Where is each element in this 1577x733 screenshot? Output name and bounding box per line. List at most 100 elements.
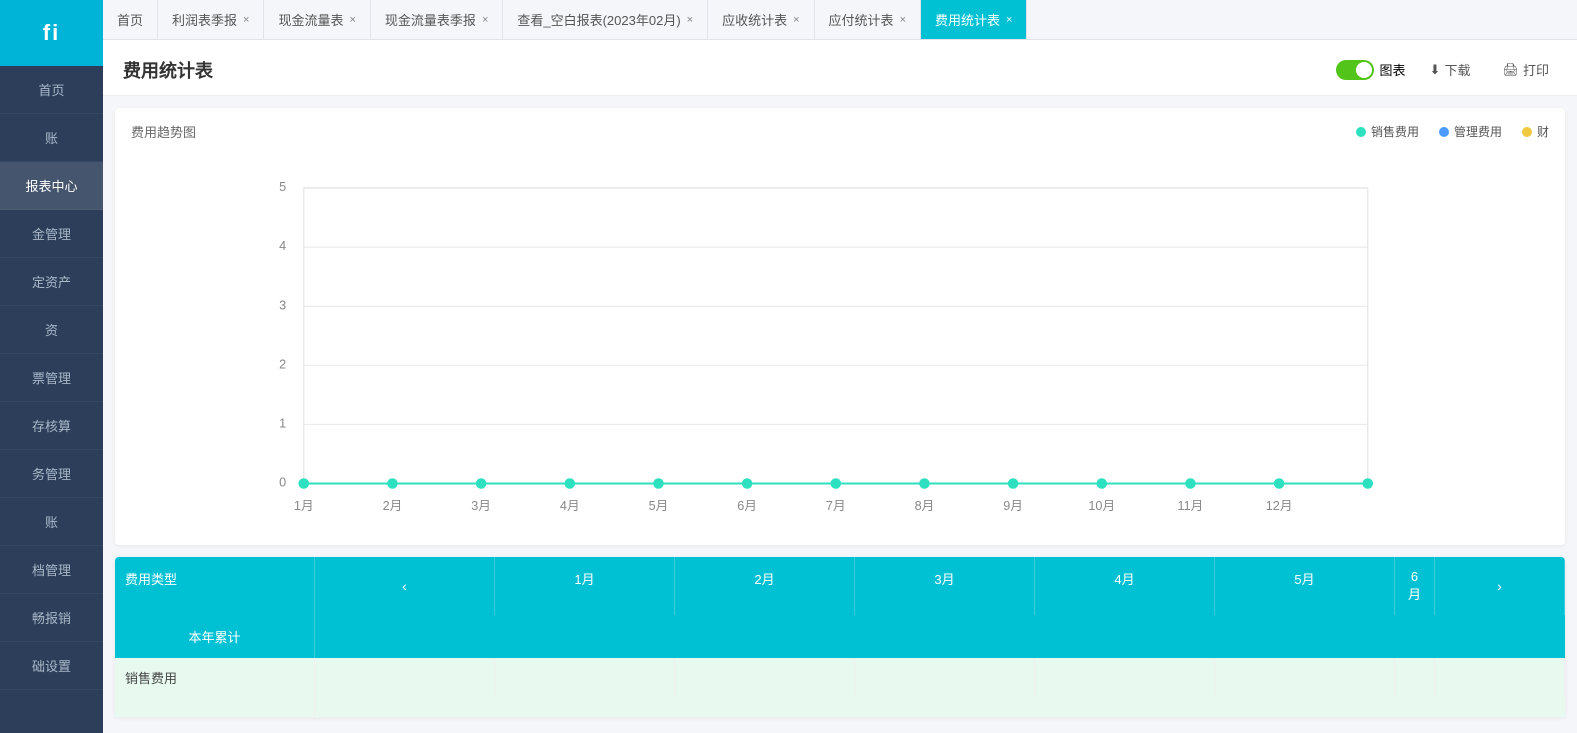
page-title: 费用统计表 <box>123 57 213 83</box>
sidebar-item-capital[interactable]: 资 <box>0 306 103 354</box>
legend-finance-label: 财 <box>1537 123 1549 140</box>
th-m2: 2月 <box>675 557 855 615</box>
tab-cashflow-quarterly-label: 现金流量表季报 <box>385 10 476 29</box>
td-m6 <box>1395 658 1435 697</box>
chart-container: 0 1 2 3 4 5 <box>131 151 1549 531</box>
sidebar-item-report-center[interactable]: 报表中心 <box>0 162 103 210</box>
legend-mgmt-label: 管理费用 <box>1454 123 1502 140</box>
chart-toggle-label: 图表 <box>1380 60 1406 79</box>
svg-text:7月: 7月 <box>826 499 846 513</box>
sidebar-item-accounting[interactable]: 账 <box>0 498 103 546</box>
chart-legend: 销售费用 管理费用 财 <box>1356 123 1549 140</box>
chart-toggle[interactable] <box>1336 60 1374 80</box>
page-actions: 图表 ⬇ 下载 🖨 打印 <box>1336 56 1557 83</box>
tab-payable-close[interactable]: × <box>900 14 906 26</box>
sidebar-item-inventory[interactable]: 存核算 <box>0 402 103 450</box>
tab-home[interactable]: 首页 <box>103 0 158 40</box>
svg-text:5: 5 <box>279 180 286 194</box>
legend-mgmt-dot <box>1439 127 1449 137</box>
sidebar-item-account[interactable]: 账 <box>0 114 103 162</box>
tab-cashflow-quarterly-close[interactable]: × <box>482 14 488 26</box>
svg-text:0: 0 <box>279 476 286 490</box>
th-nav-prev[interactable]: ‹ <box>315 557 495 615</box>
tab-expense-label: 费用统计表 <box>935 10 1000 29</box>
svg-text:2: 2 <box>279 357 286 371</box>
sidebar-item-basic-settings[interactable]: 础设置 <box>0 642 103 690</box>
download-icon: ⬇ <box>1430 62 1441 78</box>
chart-title: 费用趋势图 <box>131 122 196 141</box>
svg-text:6月: 6月 <box>737 499 757 513</box>
tab-view-blank[interactable]: 查看_空白报表(2023年02月) × <box>503 0 708 40</box>
svg-text:4: 4 <box>279 239 286 253</box>
legend-sales: 销售费用 <box>1356 123 1419 140</box>
page-header: 费用统计表 图表 ⬇ 下载 🖨 打印 <box>103 40 1577 96</box>
sidebar-item-archive[interactable]: 档管理 <box>0 546 103 594</box>
tab-receivable-label: 应收统计表 <box>722 10 787 29</box>
print-button[interactable]: 🖨 打印 <box>1494 56 1557 83</box>
page-content: 费用统计表 图表 ⬇ 下载 🖨 打印 费用趋势图 <box>103 40 1577 733</box>
tab-cashflow-quarterly[interactable]: 现金流量表季报 × <box>371 0 503 40</box>
th-type: 费用类型 <box>115 557 315 615</box>
tab-payable-label: 应付统计表 <box>829 10 894 29</box>
legend-sales-dot <box>1356 127 1366 137</box>
tab-bar: 首页 利润表季报 × 现金流量表 × 现金流量表季报 × 查看_空白报表(202… <box>103 0 1577 40</box>
sidebar-item-fund-mgmt[interactable]: 金管理 <box>0 210 103 258</box>
th-m3: 3月 <box>855 557 1035 615</box>
tab-payable[interactable]: 应付统计表 × <box>815 0 921 40</box>
svg-text:3: 3 <box>279 298 286 312</box>
table-body: 销售费用 <box>115 658 1565 718</box>
chart-section: 费用趋势图 销售费用 管理费用 财 <box>115 108 1565 545</box>
td-ytd <box>115 697 315 717</box>
td-m1 <box>495 658 675 697</box>
chart-header: 费用趋势图 销售费用 管理费用 财 <box>131 122 1549 141</box>
svg-text:8月: 8月 <box>915 499 935 513</box>
svg-text:10月: 10月 <box>1088 499 1115 513</box>
tab-profit-quarterly-label: 利润表季报 <box>172 10 237 29</box>
download-button[interactable]: ⬇ 下载 <box>1422 56 1479 83</box>
tab-receivable[interactable]: 应收统计表 × <box>708 0 814 40</box>
svg-text:9月: 9月 <box>1003 499 1023 513</box>
print-label: 打印 <box>1523 60 1549 79</box>
tab-expense-close[interactable]: × <box>1006 14 1012 26</box>
main-area: 首页 利润表季报 × 现金流量表 × 现金流量表季报 × 查看_空白报表(202… <box>103 0 1577 733</box>
tab-view-blank-close[interactable]: × <box>687 14 693 26</box>
expense-table: 费用类型 ‹ 1月 2月 3月 4月 5月 6月 › 本年累计 销售费用 <box>115 557 1565 718</box>
sidebar-item-invoice[interactable]: 票管理 <box>0 354 103 402</box>
table-row: 销售费用 <box>115 658 1565 718</box>
tab-cashflow[interactable]: 现金流量表 × <box>264 0 370 40</box>
svg-text:5月: 5月 <box>649 499 669 513</box>
th-m6: 6月 <box>1395 557 1435 615</box>
sidebar-item-home[interactable]: 首页 <box>0 66 103 114</box>
legend-mgmt: 管理费用 <box>1439 123 1502 140</box>
th-ytd: 本年累计 <box>115 615 315 658</box>
th-nav-next[interactable]: › <box>1435 557 1565 615</box>
tab-expense[interactable]: 费用统计表 × <box>921 0 1027 40</box>
svg-text:11月: 11月 <box>1178 499 1204 513</box>
table-header-row: 费用类型 ‹ 1月 2月 3月 4月 5月 6月 › 本年累计 <box>115 557 1565 658</box>
sidebar-item-fixed-assets[interactable]: 定资产 <box>0 258 103 306</box>
svg-text:1月: 1月 <box>294 499 314 513</box>
tab-receivable-close[interactable]: × <box>793 14 799 26</box>
td-m2 <box>675 658 855 697</box>
sidebar: fi 首页 账 报表中心 金管理 定资产 资 票管理 存核算 务管理 账 档管理… <box>0 0 103 733</box>
tab-profit-quarterly[interactable]: 利润表季报 × <box>158 0 264 40</box>
chart-svg: 0 1 2 3 4 5 <box>131 151 1549 531</box>
svg-text:1: 1 <box>279 417 286 431</box>
th-m1: 1月 <box>495 557 675 615</box>
legend-finance: 财 <box>1522 123 1549 140</box>
svg-text:4月: 4月 <box>560 499 580 513</box>
print-icon: 🖨 <box>1502 62 1519 78</box>
svg-text:2月: 2月 <box>383 499 403 513</box>
download-label: 下载 <box>1444 60 1470 79</box>
th-m4: 4月 <box>1035 557 1215 615</box>
td-nav-spacer <box>315 658 495 697</box>
sidebar-item-service[interactable]: 务管理 <box>0 450 103 498</box>
td-m3 <box>855 658 1035 697</box>
td-m4 <box>1035 658 1215 697</box>
tab-cashflow-close[interactable]: × <box>349 14 355 26</box>
tab-profit-quarterly-close[interactable]: × <box>243 14 249 26</box>
legend-sales-label: 销售费用 <box>1371 123 1419 140</box>
td-nav-spacer2 <box>1435 658 1565 697</box>
sidebar-item-sales-return[interactable]: 畅报销 <box>0 594 103 642</box>
tab-view-blank-label: 查看_空白报表(2023年02月) <box>517 10 680 29</box>
